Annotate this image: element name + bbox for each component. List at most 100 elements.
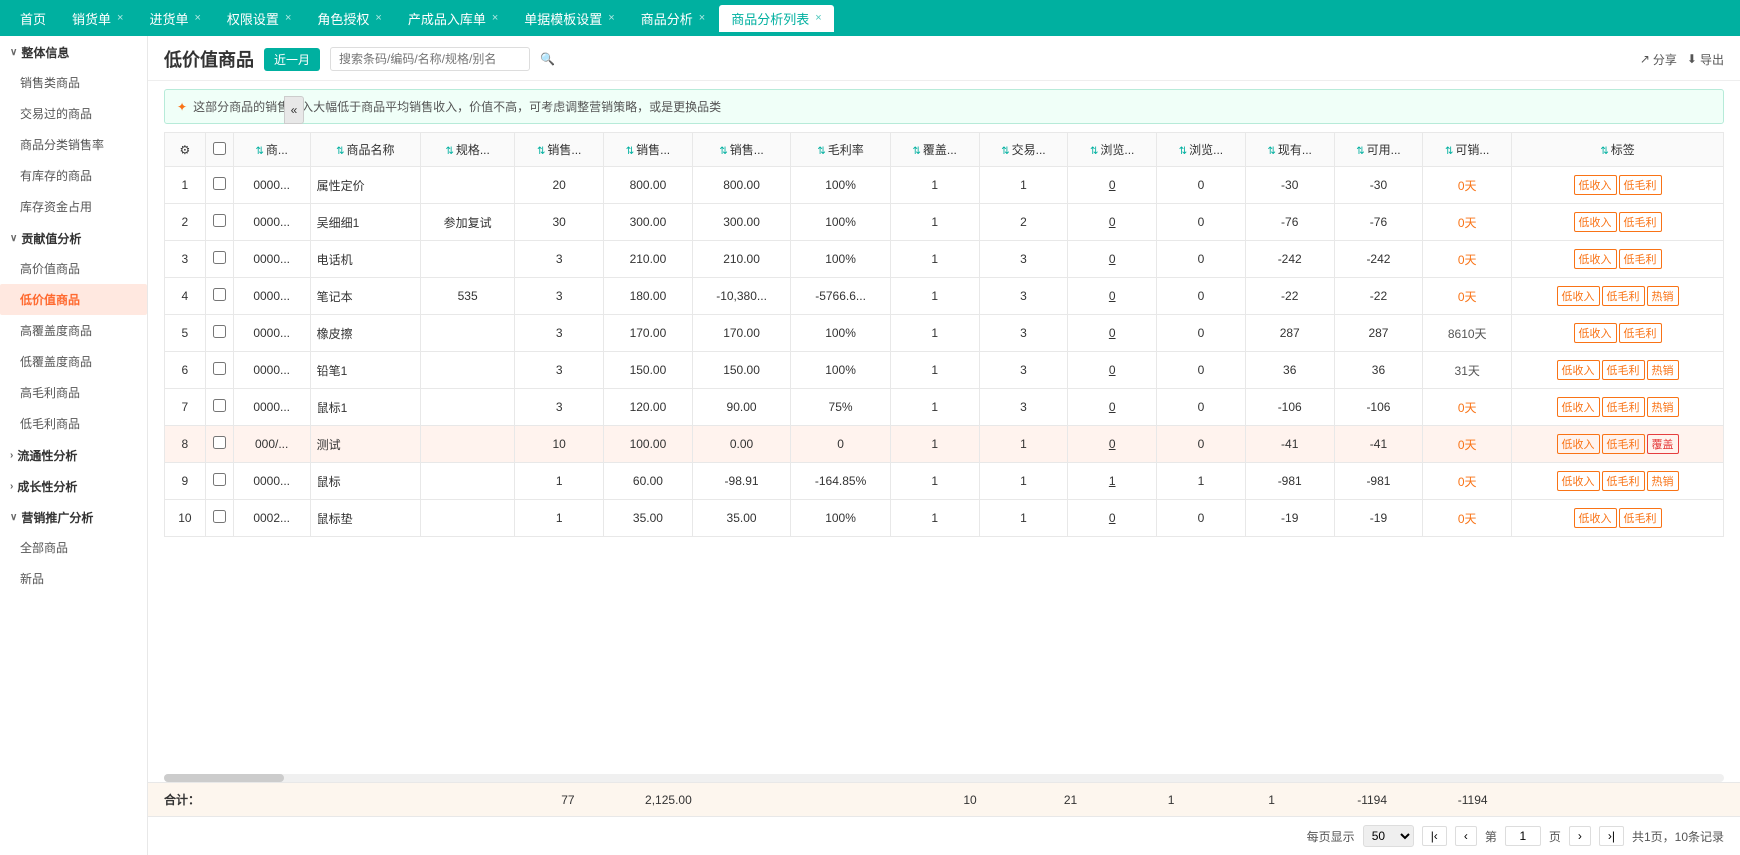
sort-code-icon[interactable]: ⇅ xyxy=(255,146,263,157)
browse1-link[interactable]: 0 xyxy=(1109,215,1116,229)
sidebar-section-circulation[interactable]: › 流通性分析 xyxy=(0,439,147,470)
sidebar-item-traded-goods[interactable]: 交易过的商品 xyxy=(0,98,147,129)
row-checkbox[interactable] xyxy=(213,399,226,412)
sort-saleable-icon[interactable]: ⇅ xyxy=(1445,146,1453,157)
row-checkbox[interactable] xyxy=(213,325,226,338)
browse1-link[interactable]: 0 xyxy=(1109,178,1116,192)
sidebar-item-low-value[interactable]: 低价值商品 xyxy=(0,284,147,315)
table-container[interactable]: ⚙ ⇅商... ⇅商品名称 ⇅规格... ⇅销售... ⇅销售... ⇅销售..… xyxy=(148,132,1740,774)
row-browse1[interactable]: 0 xyxy=(1068,167,1157,204)
row-checkbox-cell[interactable] xyxy=(205,315,233,352)
close-product-warehouse-icon[interactable]: × xyxy=(492,12,498,24)
page-number-input[interactable] xyxy=(1505,826,1541,846)
close-goods-list-icon[interactable]: × xyxy=(815,12,821,24)
sidebar-item-low-coverage[interactable]: 低覆盖度商品 xyxy=(0,346,147,377)
row-browse1[interactable]: 0 xyxy=(1068,426,1157,463)
browse1-link[interactable]: 0 xyxy=(1109,437,1116,451)
nav-purchase[interactable]: 进货单 × xyxy=(137,5,212,32)
row-browse1[interactable]: 0 xyxy=(1068,389,1157,426)
search-icon[interactable]: 🔍 xyxy=(540,52,555,66)
sidebar-collapse-button[interactable]: « xyxy=(284,96,304,124)
row-checkbox[interactable] xyxy=(213,288,226,301)
row-name[interactable]: 鼠标垫 xyxy=(310,500,420,537)
sidebar-item-new-goods[interactable]: 新品 xyxy=(0,563,147,594)
row-checkbox[interactable] xyxy=(213,436,226,449)
row-checkbox[interactable] xyxy=(213,177,226,190)
close-purchase-icon[interactable]: × xyxy=(194,12,200,24)
close-roles-icon[interactable]: × xyxy=(375,12,381,24)
sidebar-item-category-rate[interactable]: 商品分类销售率 xyxy=(0,129,147,160)
close-sales-icon[interactable]: × xyxy=(117,12,123,24)
col-transactions[interactable]: ⇅交易... xyxy=(979,133,1068,167)
row-browse1[interactable]: 0 xyxy=(1068,241,1157,278)
sidebar-item-high-margin[interactable]: 高毛利商品 xyxy=(0,377,147,408)
col-current-stock[interactable]: ⇅现有... xyxy=(1245,133,1334,167)
row-name[interactable]: 属性定价 xyxy=(310,167,420,204)
prev-page-button[interactable]: ‹ xyxy=(1455,826,1477,846)
col-browse2[interactable]: ⇅浏览... xyxy=(1157,133,1246,167)
sidebar-item-all-goods[interactable]: 全部商品 xyxy=(0,532,147,563)
nav-home[interactable]: 首页 xyxy=(8,5,58,32)
nav-goods-list[interactable]: 商品分析列表 × xyxy=(719,5,833,32)
browse1-link[interactable]: 0 xyxy=(1109,511,1116,525)
nav-goods-analysis[interactable]: 商品分析 × xyxy=(629,5,717,32)
sidebar-section-growth[interactable]: › 成长性分析 xyxy=(0,470,147,501)
sidebar-item-stock-funds[interactable]: 库存资金占用 xyxy=(0,191,147,222)
nav-template[interactable]: 单据模板设置 × xyxy=(512,5,626,32)
page-size-select[interactable]: 50 100 200 xyxy=(1363,825,1414,847)
sort-browse1-icon[interactable]: ⇅ xyxy=(1090,146,1098,157)
col-code[interactable]: ⇅商... xyxy=(233,133,310,167)
row-checkbox[interactable] xyxy=(213,473,226,486)
row-name[interactable]: 橡皮擦 xyxy=(310,315,420,352)
row-checkbox-cell[interactable] xyxy=(205,426,233,463)
sidebar-item-stock-goods[interactable]: 有库存的商品 xyxy=(0,160,147,191)
sidebar-item-high-coverage[interactable]: 高覆盖度商品 xyxy=(0,315,147,346)
row-name[interactable]: 电话机 xyxy=(310,241,420,278)
row-checkbox-cell[interactable] xyxy=(205,204,233,241)
first-page-button[interactable]: |‹ xyxy=(1422,826,1447,846)
sort-browse2-icon[interactable]: ⇅ xyxy=(1179,146,1187,157)
sort-tags-icon[interactable]: ⇅ xyxy=(1600,146,1608,157)
row-checkbox-cell[interactable] xyxy=(205,167,233,204)
sort-margin-icon[interactable]: ⇅ xyxy=(817,146,825,157)
col-browse1[interactable]: ⇅浏览... xyxy=(1068,133,1157,167)
col-saleable[interactable]: ⇅可销... xyxy=(1423,133,1512,167)
sort-qty-icon[interactable]: ⇅ xyxy=(537,146,545,157)
close-template-icon[interactable]: × xyxy=(608,12,614,24)
sidebar-section-contribution[interactable]: ∨ 贡献值分析 xyxy=(0,222,147,253)
row-browse1[interactable]: 0 xyxy=(1068,500,1157,537)
col-sales-price[interactable]: ⇅销售... xyxy=(604,133,693,167)
col-spec[interactable]: ⇅规格... xyxy=(420,133,514,167)
row-name[interactable]: 测试 xyxy=(310,426,420,463)
row-name[interactable]: 鼠标 xyxy=(310,463,420,500)
col-coverage[interactable]: ⇅覆盖... xyxy=(890,133,979,167)
sort-coverage-icon[interactable]: ⇅ xyxy=(913,146,921,157)
col-sales-amount[interactable]: ⇅销售... xyxy=(692,133,790,167)
last-page-button[interactable]: ›| xyxy=(1599,826,1624,846)
next-page-button[interactable]: › xyxy=(1569,826,1591,846)
sort-amount-icon[interactable]: ⇅ xyxy=(719,146,727,157)
sort-available-icon[interactable]: ⇅ xyxy=(1356,146,1364,157)
nav-product-warehouse[interactable]: 产成品入库单 × xyxy=(396,5,510,32)
row-name[interactable]: 笔记本 xyxy=(310,278,420,315)
sort-stock-icon[interactable]: ⇅ xyxy=(1268,146,1276,157)
browse1-link[interactable]: 1 xyxy=(1109,474,1116,488)
row-checkbox[interactable] xyxy=(213,214,226,227)
row-name[interactable]: 吴细细1 xyxy=(310,204,420,241)
sort-name-icon[interactable]: ⇅ xyxy=(336,146,344,157)
browse1-link[interactable]: 0 xyxy=(1109,252,1116,266)
settings-icon[interactable]: ⚙ xyxy=(179,143,190,157)
row-browse1[interactable]: 0 xyxy=(1068,352,1157,389)
row-browse1[interactable]: 0 xyxy=(1068,278,1157,315)
row-checkbox-cell[interactable] xyxy=(205,278,233,315)
col-checkbox[interactable] xyxy=(205,133,233,167)
horizontal-scrollbar[interactable] xyxy=(164,774,1724,782)
sidebar-section-marketing[interactable]: ∨ 营销推广分析 xyxy=(0,501,147,532)
date-filter-button[interactable]: 近一月 xyxy=(264,48,320,71)
row-checkbox[interactable] xyxy=(213,362,226,375)
row-browse1[interactable]: 0 xyxy=(1068,204,1157,241)
search-input[interactable] xyxy=(330,47,530,71)
col-name[interactable]: ⇅商品名称 xyxy=(310,133,420,167)
browse1-link[interactable]: 0 xyxy=(1109,326,1116,340)
browse1-link[interactable]: 0 xyxy=(1109,363,1116,377)
